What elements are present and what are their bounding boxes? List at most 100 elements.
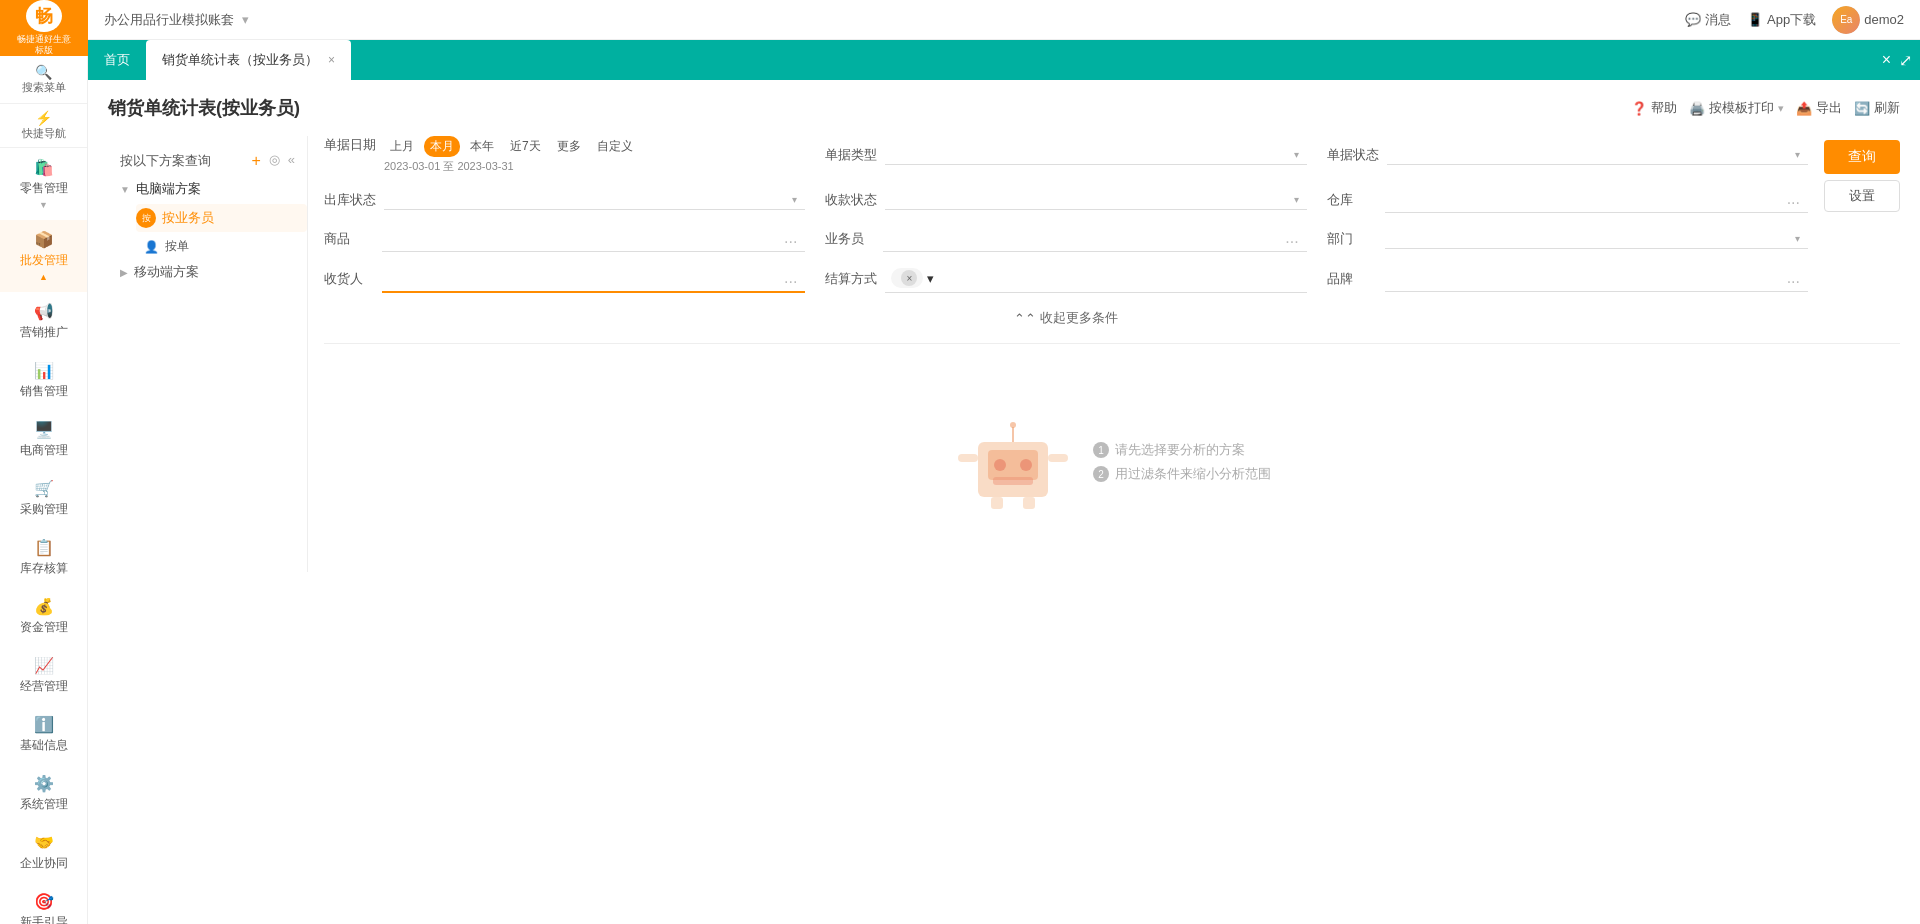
filter-actions: 查询 设置 — [1808, 136, 1900, 335]
app-download-btn[interactable]: 📱 App下载 — [1747, 11, 1816, 29]
tabbar: 首页 销货单统计表（按业务员） × × ⤢ — [88, 40, 1920, 80]
filter-receipt-status: 收款状态 ▾ — [825, 186, 1306, 213]
date-buttons: 上月 本月 本年 近7天 更多 自定义 — [384, 136, 805, 157]
topbar-dropdown-icon[interactable]: ▾ — [242, 12, 249, 27]
collapse-panel-icon[interactable]: « — [288, 152, 295, 170]
query-button[interactable]: 查询 — [1824, 140, 1900, 174]
bill-type-select[interactable]: ▾ — [885, 145, 1306, 165]
bill-type-caret: ▾ — [1294, 149, 1299, 160]
goods-dots: ... — [784, 229, 797, 247]
window-close-icon[interactable]: × — [1882, 51, 1891, 69]
out-status-select[interactable]: ▾ — [384, 190, 805, 210]
svg-rect-8 — [1048, 454, 1068, 462]
user-info[interactable]: Ea demo2 — [1832, 6, 1904, 34]
salesman-select[interactable]: ... — [883, 225, 1306, 252]
sidebar-item-sales[interactable]: 📊 销售管理 — [0, 351, 87, 410]
window-maximize-icon[interactable]: ⤢ — [1899, 51, 1912, 70]
brand-select[interactable]: ... — [1385, 265, 1808, 292]
company-name: 办公用品行业模拟账套 — [104, 11, 234, 29]
btn-this-year[interactable]: 本年 — [464, 136, 500, 157]
btn-custom[interactable]: 自定义 — [591, 136, 639, 157]
settlement-field[interactable]: × ▾ — [885, 264, 1306, 293]
pc-section-node[interactable]: ▼ 电脑端方案 — [108, 176, 307, 202]
brand-label: 品牌 — [1327, 270, 1377, 288]
consignee-select[interactable]: ... — [382, 265, 805, 293]
sidebar-item-inventory[interactable]: 📋 库存核算 — [0, 528, 87, 587]
svg-point-6 — [1010, 422, 1016, 428]
svg-rect-7 — [958, 454, 978, 462]
messages-btn[interactable]: 💬 消息 — [1685, 11, 1731, 29]
page-actions: ❓ 帮助 🖨️ 按模板打印 ▾ 📤 导出 � — [1631, 99, 1900, 117]
print-dropdown-icon[interactable]: ▾ — [1778, 102, 1784, 115]
date-label: 单据日期 — [324, 136, 376, 154]
btn-this-month[interactable]: 本月 — [424, 136, 460, 157]
btn-prev-month[interactable]: 上月 — [384, 136, 420, 157]
mobile-section-node[interactable]: ▶ 移动端方案 — [108, 259, 307, 285]
sidebar-item-cooperation[interactable]: 🤝 企业协同 — [0, 823, 87, 882]
collapse-icon: ⌃⌃ — [1014, 311, 1036, 326]
quick-nav-item[interactable]: ⚡ 快捷导航 — [0, 104, 87, 148]
sidebar-item-management[interactable]: 📈 经营管理 — [0, 646, 87, 705]
panel-icons: + ◎ « — [251, 152, 295, 170]
sidebar-item-marketing[interactable]: 📢 营销推广 — [0, 292, 87, 351]
btn-more[interactable]: 更多 — [551, 136, 587, 157]
help-btn[interactable]: ❓ 帮助 — [1631, 99, 1677, 117]
date-range-display: 2023-03-01 至 2023-03-31 — [384, 159, 805, 174]
sidebar-item-retail[interactable]: 🛍️ 零售管理 ▼ — [0, 148, 87, 220]
filter-bill-type: 单据类型 ▾ — [825, 136, 1306, 174]
plan-item-salesman[interactable]: 按 按业务员 — [136, 204, 307, 232]
receipt-status-label: 收款状态 — [825, 191, 877, 209]
consignee-label: 收货人 — [324, 270, 374, 288]
sidebar-item-finance[interactable]: 💰 资金管理 — [0, 587, 87, 646]
plan-item-by-order[interactable]: 👤 按单 — [136, 234, 307, 259]
tab-active[interactable]: 销货单统计表（按业务员） × — [146, 40, 351, 80]
warehouse-label: 仓库 — [1327, 191, 1377, 209]
tab-close-icon[interactable]: × — [328, 53, 335, 67]
sidebar-item-wholesale[interactable]: 📦 批发管理 ▲ — [0, 220, 87, 292]
search-menu-item[interactable]: 🔍 搜索菜单 — [0, 56, 87, 104]
tip-num-1: 1 — [1093, 442, 1109, 458]
receipt-status-select[interactable]: ▾ — [885, 190, 1306, 210]
refresh-btn[interactable]: 🔄 刷新 — [1854, 99, 1900, 117]
tip-num-2: 2 — [1093, 466, 1109, 482]
export-btn[interactable]: 📤 导出 — [1796, 99, 1842, 117]
sidebar-item-guide[interactable]: 🎯 新手引导 — [0, 882, 87, 924]
sidebar-item-purchase[interactable]: 🛒 采购管理 — [0, 469, 87, 528]
filter-consignee: 收货人 ... — [324, 264, 805, 293]
copy-plan-icon[interactable]: ◎ — [269, 152, 280, 170]
sidebar-item-basic[interactable]: ℹ️ 基础信息 — [0, 705, 87, 764]
topbar-left: 办公用品行业模拟账套 ▾ — [104, 11, 249, 29]
download-icon: 📱 — [1747, 12, 1763, 27]
warehouse-select[interactable]: ... — [1385, 186, 1808, 213]
logo-text: 畅捷通好生意 标版 — [17, 34, 71, 56]
tab-home[interactable]: 首页 — [88, 40, 146, 80]
print-btn[interactable]: 🖨️ 按模板打印 ▾ — [1689, 99, 1784, 117]
salesman-dots: ... — [1285, 229, 1298, 247]
message-icon: 💬 — [1685, 12, 1701, 27]
right-panel: 单据日期 上月 本月 本年 近7天 更多 — [308, 136, 1900, 572]
content-divider — [324, 343, 1900, 344]
filter-row-1: 单据日期 上月 本月 本年 近7天 更多 — [324, 136, 1808, 174]
btn-7days[interactable]: 近7天 — [504, 136, 547, 157]
setting-button[interactable]: 设置 — [1824, 180, 1900, 212]
svg-point-3 — [1020, 459, 1032, 471]
svg-rect-10 — [1023, 497, 1035, 509]
filter-row-2: 出库状态 ▾ 收款状态 — [324, 186, 1808, 213]
content-area: 按以下方案查询 + ◎ « ▼ 电脑端方案 — [108, 136, 1900, 572]
add-plan-icon[interactable]: + — [251, 152, 260, 170]
page-inner: 销货单统计表(按业务员) ❓ 帮助 🖨️ 按模板打印 ▾ 📤 — [88, 80, 1920, 924]
department-select[interactable]: ▾ — [1385, 229, 1808, 249]
tree-children: 按 按业务员 👤 按单 — [108, 204, 307, 259]
filter-form: 单据日期 上月 本月 本年 近7天 更多 — [324, 136, 1808, 335]
sidebar-item-ecommerce[interactable]: 🖥️ 电商管理 — [0, 410, 87, 469]
sidebar-item-system[interactable]: ⚙️ 系统管理 — [0, 764, 87, 823]
salesman-label: 业务员 — [825, 230, 875, 248]
svg-point-2 — [994, 459, 1006, 471]
goods-select[interactable]: ... — [382, 225, 805, 252]
page-content: 销货单统计表(按业务员) ❓ 帮助 🖨️ 按模板打印 ▾ 📤 — [88, 80, 1920, 924]
collapse-conditions-btn[interactable]: ⌃⌃ 收起更多条件 — [324, 301, 1808, 335]
svg-rect-9 — [991, 497, 1003, 509]
tag-close-btn[interactable]: × — [901, 270, 917, 286]
print-icon: 🖨️ — [1689, 101, 1705, 116]
bill-status-select[interactable]: ▾ — [1387, 145, 1808, 165]
